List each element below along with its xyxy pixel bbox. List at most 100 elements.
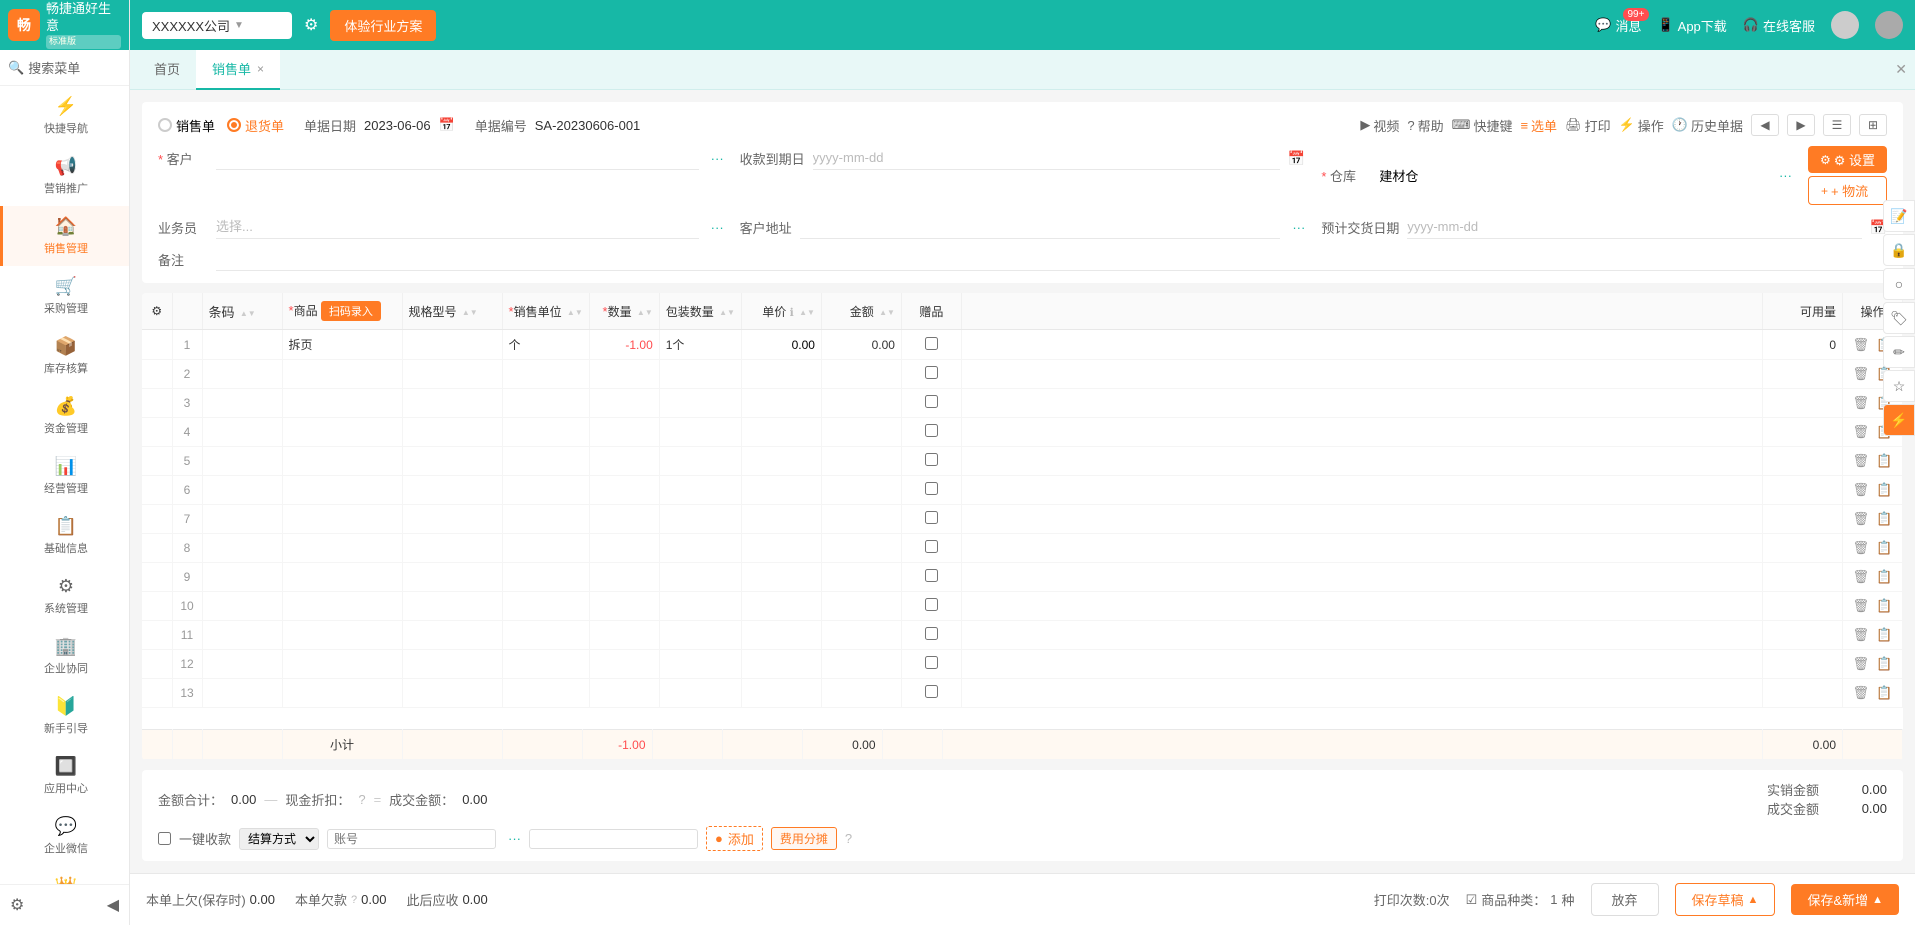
user-avatar-2[interactable]	[1875, 11, 1903, 39]
select-order-btn[interactable]: ≡ 选单	[1520, 116, 1557, 135]
row-qty[interactable]	[589, 621, 659, 650]
sidebar-item-app-center[interactable]: 🔲 应用中心	[0, 746, 129, 806]
row-price[interactable]	[741, 505, 821, 534]
prev-record-btn[interactable]: ◀	[1751, 114, 1779, 136]
row-qty[interactable]	[589, 418, 659, 447]
tab-sales-order[interactable]: 销售单 ×	[196, 50, 280, 90]
row-qty[interactable]	[589, 650, 659, 679]
row-barcode[interactable]	[202, 360, 282, 389]
row-price[interactable]	[741, 330, 821, 360]
operate-btn[interactable]: ⚡ 操作	[1619, 116, 1664, 135]
row-qty[interactable]	[589, 330, 659, 360]
row-delete-icon[interactable]: 🗑	[1852, 366, 1869, 381]
row-qty[interactable]	[589, 389, 659, 418]
row-gift[interactable]	[901, 505, 961, 534]
warehouse-more-icon[interactable]: ···	[1779, 168, 1792, 183]
fee-help-icon[interactable]: ?	[845, 831, 852, 846]
trial-button[interactable]: 体验行业方案	[330, 10, 436, 41]
sidebar-settings-icon[interactable]: ⚙	[10, 895, 24, 915]
row-gift[interactable]	[901, 592, 961, 621]
date-calendar-icon[interactable]: 📅	[439, 117, 455, 133]
row-gift[interactable]	[901, 563, 961, 592]
right-note-btn[interactable]: 📝	[1883, 200, 1915, 232]
payment-date-input[interactable]	[813, 146, 1280, 170]
row-price[interactable]	[741, 650, 821, 679]
row-delete-icon[interactable]: 🗑	[1852, 511, 1869, 526]
account-input[interactable]	[327, 829, 496, 849]
remark-input[interactable]	[216, 247, 1887, 271]
row-delete-icon[interactable]: 🗑	[1852, 424, 1869, 439]
row-spec[interactable]	[402, 389, 502, 418]
video-btn[interactable]: ▶ 视频	[1360, 116, 1399, 135]
right-edit-btn[interactable]: ✏	[1883, 336, 1915, 368]
row-gift[interactable]	[901, 447, 961, 476]
payment-date-calendar-icon[interactable]: 📅	[1288, 150, 1305, 167]
row-price[interactable]	[741, 476, 821, 505]
row-barcode[interactable]	[202, 679, 282, 708]
salesperson-input[interactable]	[216, 215, 699, 239]
row-copy-icon[interactable]: 📋	[1876, 627, 1892, 642]
row-gift[interactable]	[901, 650, 961, 679]
row-spec[interactable]	[402, 679, 502, 708]
row-gift[interactable]	[901, 534, 961, 563]
row-qty[interactable]	[589, 592, 659, 621]
help-btn[interactable]: ? 帮助	[1407, 116, 1443, 135]
grid-view-btn[interactable]: ⊞	[1859, 114, 1887, 136]
row-delete-icon[interactable]: 🗑	[1852, 685, 1869, 700]
row-spec[interactable]	[402, 621, 502, 650]
customer-address-input[interactable]	[800, 215, 1281, 239]
row-delete-icon[interactable]: 🗑	[1852, 453, 1869, 468]
settings-button[interactable]: ⚙ ⚙ 设置	[1808, 146, 1887, 173]
row-spec[interactable]	[402, 447, 502, 476]
radio-return-order[interactable]: 退货单	[227, 116, 284, 135]
message-button[interactable]: 💬 消息 99+	[1595, 16, 1641, 35]
row-barcode[interactable]	[202, 476, 282, 505]
row-barcode[interactable]	[202, 621, 282, 650]
row-spec[interactable]	[402, 360, 502, 389]
add-payment-button[interactable]: ● 添加	[706, 826, 763, 851]
row-barcode[interactable]	[202, 330, 282, 360]
sidebar-item-finance[interactable]: 💰 资金管理	[0, 386, 129, 446]
row-qty[interactable]	[589, 505, 659, 534]
sidebar-item-guide[interactable]: 🔰 新手引导	[0, 686, 129, 746]
onepay-checkbox[interactable]	[158, 832, 171, 845]
row-gift[interactable]	[901, 476, 961, 505]
row-copy-icon[interactable]: 📋	[1876, 569, 1892, 584]
app-download-button[interactable]: 📱 App下载	[1657, 16, 1726, 35]
row-price[interactable]	[741, 621, 821, 650]
history-order-btn[interactable]: 🕐 历史单据	[1672, 116, 1743, 135]
sidebar-item-purchase[interactable]: 🛒 采购管理	[0, 266, 129, 326]
list-view-btn[interactable]: ☰	[1823, 114, 1851, 136]
row-barcode[interactable]	[202, 534, 282, 563]
calc-method-select[interactable]: 结算方式	[239, 828, 319, 850]
right-action-btn[interactable]: ⚡	[1883, 404, 1915, 436]
print-btn[interactable]: 🖨 打印	[1565, 116, 1611, 135]
row-barcode[interactable]	[202, 505, 282, 534]
shortcut-btn[interactable]: ⌨ 快捷键	[1452, 116, 1513, 135]
sidebar-search[interactable]: 🔍 搜索菜单	[0, 50, 129, 86]
sidebar-item-quick-nav[interactable]: ⚡ 快捷导航	[0, 86, 129, 146]
row-delete-icon[interactable]: 🗑	[1852, 337, 1869, 352]
row-barcode[interactable]	[202, 447, 282, 476]
expected-date-input[interactable]	[1407, 215, 1861, 239]
row-price[interactable]	[741, 563, 821, 592]
sidebar-item-marketing[interactable]: 📢 营销推广	[0, 146, 129, 206]
row-price[interactable]	[741, 418, 821, 447]
sidebar-item-wechat[interactable]: 💬 企业微信	[0, 806, 129, 866]
sidebar-item-basic-info[interactable]: 📋 基础信息	[0, 506, 129, 566]
row-barcode[interactable]	[202, 592, 282, 621]
right-circle-btn[interactable]: ○	[1883, 268, 1915, 300]
row-delete-icon[interactable]: 🗑	[1852, 569, 1869, 584]
row-barcode[interactable]	[202, 563, 282, 592]
row-copy-icon[interactable]: 📋	[1876, 482, 1892, 497]
row-spec[interactable]	[402, 505, 502, 534]
close-all-tabs-icon[interactable]: ✕	[1895, 61, 1907, 78]
sidebar-item-operations[interactable]: 📊 经营管理	[0, 446, 129, 506]
row-spec[interactable]	[402, 330, 502, 360]
abandon-button[interactable]: 放弃	[1591, 883, 1659, 916]
row-gift[interactable]	[901, 389, 961, 418]
row-price[interactable]	[741, 534, 821, 563]
row-price[interactable]	[741, 679, 821, 708]
row-qty[interactable]	[589, 476, 659, 505]
radio-sales-order[interactable]: 销售单	[158, 116, 215, 135]
